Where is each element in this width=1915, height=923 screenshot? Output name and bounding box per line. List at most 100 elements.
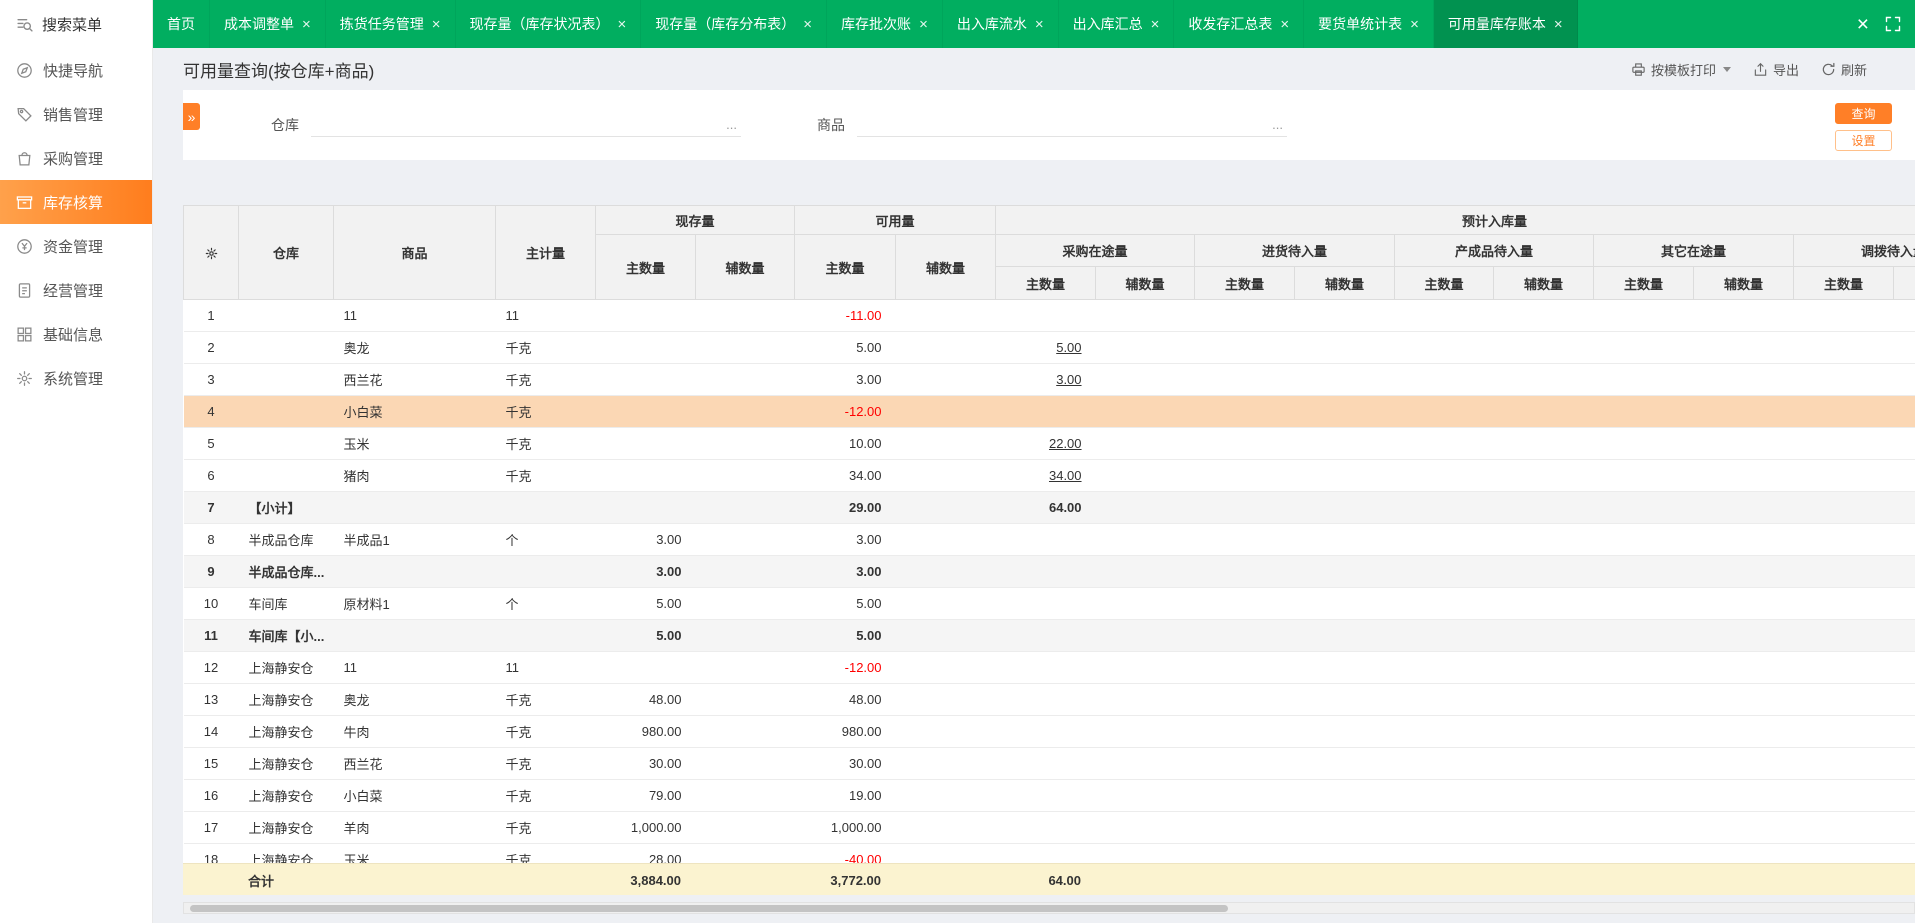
close-icon[interactable]: ×: [1857, 14, 1869, 35]
sidebar-item-label: 采购管理: [43, 150, 104, 168]
tab-picking-task[interactable]: 拣货任务管理 ×: [326, 0, 456, 48]
tab-close-icon[interactable]: ×: [432, 17, 441, 32]
tab-close-icon[interactable]: ×: [618, 17, 627, 32]
scrollbar-thumb[interactable]: [190, 905, 1228, 912]
column-header[interactable]: 商品: [333, 205, 496, 300]
cell: [995, 683, 1096, 716]
column-header[interactable]: 主数量: [794, 234, 897, 300]
tab-close-icon[interactable]: ×: [1410, 17, 1419, 32]
sidebar-item-basic-info[interactable]: 基础信息: [0, 312, 152, 356]
table-row[interactable]: 15 上海静安仓 西兰花 千克 30.00 30.00: [183, 747, 1915, 780]
horizontal-scrollbar[interactable]: [183, 902, 1915, 914]
warehouse-picker-ellipsis[interactable]: ...: [722, 118, 741, 131]
cell: [1294, 331, 1395, 364]
cell: 个: [495, 523, 596, 556]
column-header[interactable]: 辅数量: [895, 234, 997, 300]
fullscreen-icon[interactable]: [1885, 16, 1901, 32]
grid-settings-gear-icon[interactable]: [183, 205, 239, 300]
sidebar-item-quick-nav[interactable]: 快捷导航: [0, 48, 152, 92]
tab-close-icon[interactable]: ×: [803, 17, 812, 32]
tab-label: 拣货任务管理: [339, 16, 424, 32]
table-row[interactable]: 8 半成品仓库 半成品1 个 3.00 3.00: [183, 523, 1915, 556]
table-row[interactable]: 9 半成品仓库... 3.00 3.00: [183, 555, 1915, 588]
tab-close-icon[interactable]: ×: [1151, 17, 1160, 32]
query-button[interactable]: 查询: [1835, 103, 1892, 124]
tab-cost-adjustment[interactable]: 成本调整单 ×: [210, 0, 326, 48]
column-header[interactable]: 主计量: [495, 205, 596, 300]
tab-receipt-dispatch-summary[interactable]: 收发存汇总表 ×: [1174, 0, 1305, 48]
cell: [995, 523, 1096, 556]
sidebar-item-inventory[interactable]: 库存核算: [0, 180, 152, 224]
table-row[interactable]: 1 11 11 -11.00: [183, 299, 1915, 332]
table-row[interactable]: 2 奥龙 千克 5.00 5.00: [183, 331, 1915, 364]
cell: 1: [183, 299, 239, 332]
warehouse-field: 仓库 ...: [271, 113, 741, 137]
drilldown-link[interactable]: 22.00: [995, 427, 1096, 460]
collapse-filter-button[interactable]: »: [183, 103, 200, 130]
table-row[interactable]: 3 西兰花 千克 3.00 3.00: [183, 363, 1915, 396]
column-header[interactable]: 辅数量: [694, 234, 796, 300]
tab-close-icon[interactable]: ×: [302, 17, 311, 32]
tab-stock-status[interactable]: 现存量（库存状况表） ×: [456, 0, 642, 48]
tab-close-icon[interactable]: ×: [1554, 17, 1563, 32]
table-row[interactable]: 14 上海静安仓 牛肉 千克 980.00 980.00: [183, 715, 1915, 748]
table-row[interactable]: 5 玉米 千克 10.00 22.00: [183, 427, 1915, 460]
column-header[interactable]: 主数量: [1793, 266, 1895, 300]
column-header[interactable]: 辅数量: [1893, 266, 1915, 300]
table-row[interactable]: 12 上海静安仓 11 11 -12.00: [183, 651, 1915, 684]
column-header[interactable]: 主数量: [995, 266, 1097, 300]
sidebar-item-sales[interactable]: 销售管理: [0, 92, 152, 136]
column-header[interactable]: 仓库: [238, 205, 334, 300]
tab-inout-summary[interactable]: 出入库汇总 ×: [1059, 0, 1175, 48]
product-input[interactable]: ...: [857, 113, 1287, 137]
table-row[interactable]: 6 猪肉 千克 34.00 34.00: [183, 459, 1915, 492]
tab-close-icon[interactable]: ×: [1035, 17, 1044, 32]
column-header[interactable]: 辅数量: [1493, 266, 1595, 300]
cell: 9: [183, 555, 239, 588]
table-row[interactable]: 7 【小计】 29.00 64.00: [183, 491, 1915, 524]
print-template-button[interactable]: 按模板打印: [1631, 60, 1731, 79]
tab-available-stock-ledger[interactable]: 可用量库存账本 ×: [1433, 0, 1578, 48]
tab-stock-batch[interactable]: 库存批次账 ×: [827, 0, 943, 48]
table-row[interactable]: 16 上海静安仓 小白菜 千克 79.00 19.00: [183, 779, 1915, 812]
table-row[interactable]: 17 上海静安仓 羊肉 千克 1,000.00 1,000.00: [183, 811, 1915, 844]
table-row[interactable]: 11 车间库【小... 5.00 5.00: [183, 619, 1915, 652]
total-table-row: 合计 3,884.00 3,772.00 64.00: [183, 864, 1915, 895]
sidebar: 搜索菜单 快捷导航 销售管理采购管理库存核算 资金管理 经营管理 基础信息 系统管理: [0, 0, 153, 923]
tab-inout-flow[interactable]: 出入库流水 ×: [943, 0, 1059, 48]
drilldown-link[interactable]: 34.00: [995, 459, 1096, 492]
warehouse-input[interactable]: ...: [311, 113, 741, 137]
drilldown-link[interactable]: 3.00: [995, 363, 1096, 396]
column-header[interactable]: 辅数量: [1294, 266, 1396, 300]
column-header[interactable]: 主数量: [595, 234, 696, 300]
table-row[interactable]: 13 上海静安仓 奥龙 千克 48.00 48.00: [183, 683, 1915, 716]
sidebar-item-purchase[interactable]: 采购管理: [0, 136, 152, 180]
column-header[interactable]: 辅数量: [1095, 266, 1196, 300]
column-header[interactable]: 主数量: [1194, 266, 1296, 300]
product-picker-ellipsis[interactable]: ...: [1268, 118, 1287, 131]
column-header[interactable]: 辅数量: [1693, 266, 1795, 300]
export-button[interactable]: 导出: [1753, 60, 1799, 79]
cell: 5.00: [595, 587, 696, 620]
column-header[interactable]: 主数量: [1394, 266, 1495, 300]
refresh-button[interactable]: 刷新: [1821, 60, 1867, 79]
cell: [1793, 619, 1894, 652]
drilldown-link[interactable]: 5.00: [995, 331, 1096, 364]
table-row[interactable]: 10 车间库 原材料1 个 5.00 5.00: [183, 587, 1915, 620]
tab-home[interactable]: 首页: [153, 0, 210, 48]
sidebar-search[interactable]: 搜索菜单: [0, 0, 152, 48]
sidebar-item-system[interactable]: 系统管理: [0, 356, 152, 400]
settings-button[interactable]: 设置: [1835, 130, 1892, 151]
cell: [1493, 523, 1594, 556]
cell: 48.00: [595, 683, 696, 716]
sidebar-search-label: 搜索菜单: [42, 16, 103, 34]
tab-close-icon[interactable]: ×: [1280, 17, 1289, 32]
column-header[interactable]: 主数量: [1593, 266, 1695, 300]
table-row[interactable]: 4 小白菜 千克 -12.00: [183, 395, 1915, 428]
tab-requisition-stats[interactable]: 要货单统计表 ×: [1304, 0, 1434, 48]
tab-stock-distribution[interactable]: 现存量（库存分布表） ×: [641, 0, 828, 48]
tab-close-icon[interactable]: ×: [919, 17, 928, 32]
sidebar-item-funds[interactable]: 资金管理: [0, 224, 152, 268]
cell: [995, 395, 1096, 428]
sidebar-item-business[interactable]: 经营管理: [0, 268, 152, 312]
